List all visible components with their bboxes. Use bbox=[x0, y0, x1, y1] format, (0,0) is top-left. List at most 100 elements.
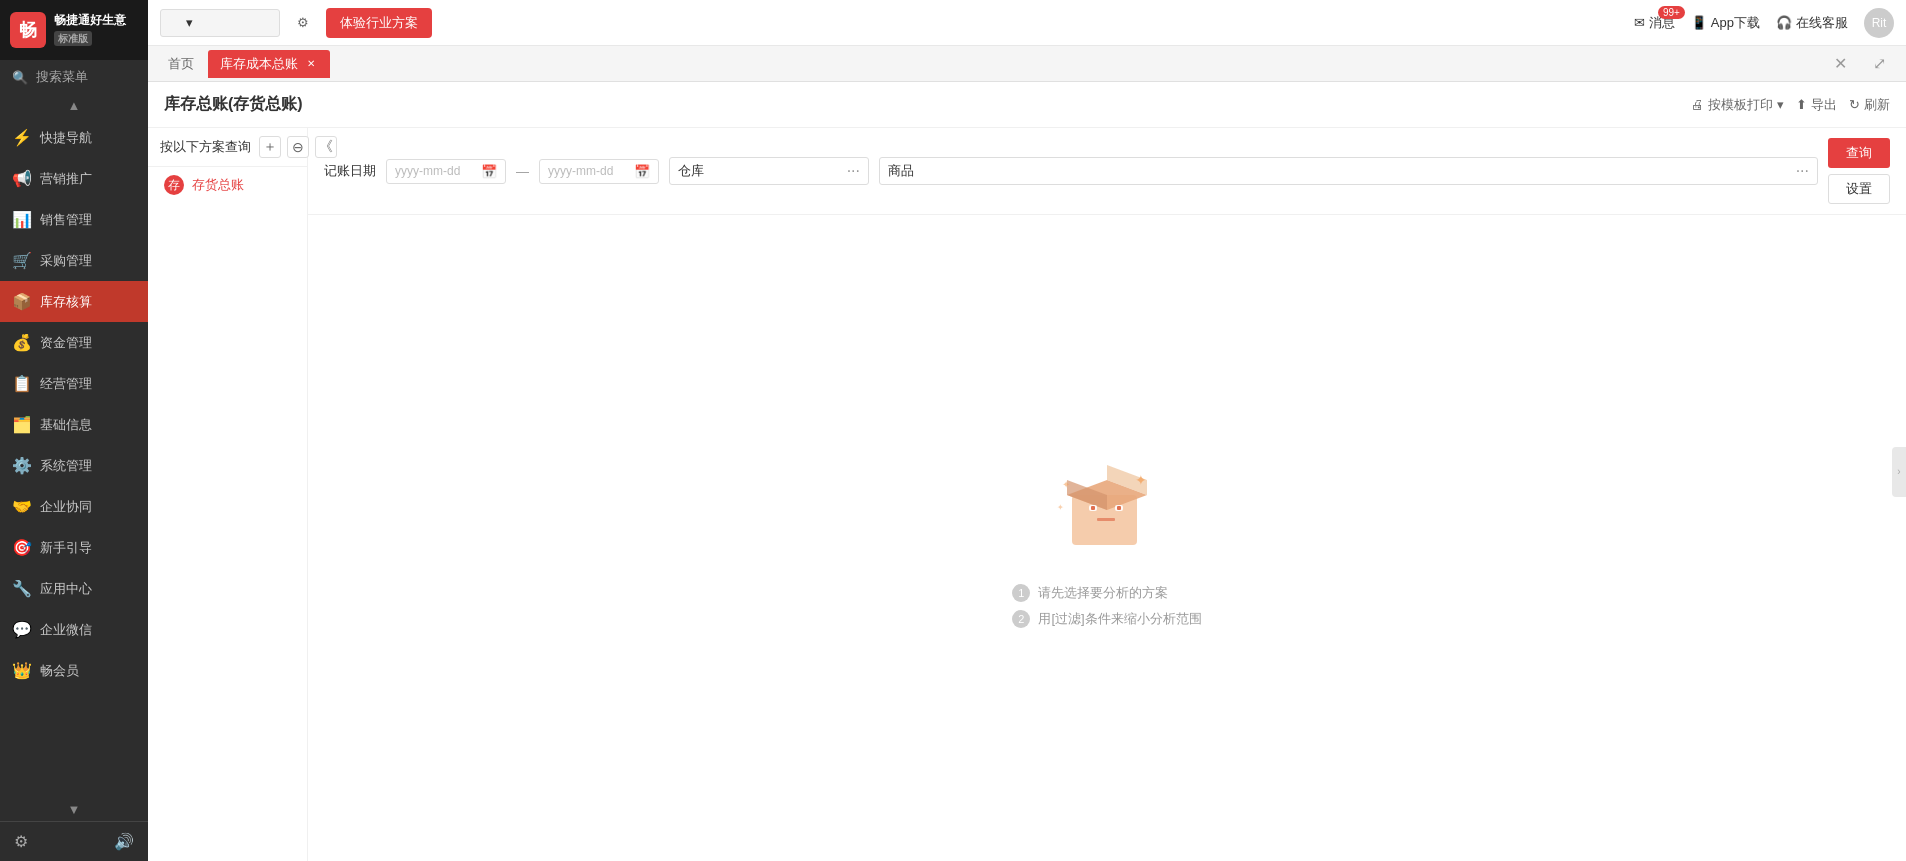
refresh-icon: ↻ bbox=[1849, 97, 1860, 112]
operations-icon: 📋 bbox=[12, 374, 32, 393]
search-menu-item[interactable]: 🔍 搜索菜单 bbox=[0, 60, 148, 94]
print-icon: 🖨 bbox=[1691, 97, 1704, 112]
scroll-down-btn[interactable]: ▼ bbox=[0, 798, 148, 821]
main-area: ▾ ⚙ 体验行业方案 ✉ 消息 99+ 📱 App下载 🎧 在线客服 Rit bbox=[148, 0, 1906, 861]
svg-text:✦: ✦ bbox=[1135, 472, 1147, 488]
query-actions: 查询 设置 bbox=[1828, 138, 1890, 204]
sidebar-item-basic[interactable]: 🗂️ 基础信息 bbox=[0, 404, 148, 445]
warehouse-more-btn[interactable]: ··· bbox=[847, 162, 860, 180]
wechat-label: 企业微信 bbox=[40, 621, 92, 639]
top-bar-right: ✉ 消息 99+ 📱 App下载 🎧 在线客服 Rit bbox=[1634, 8, 1894, 38]
print-template-btn[interactable]: 🖨 按模板打印 ▾ bbox=[1691, 96, 1784, 114]
refresh-label: 刷新 bbox=[1864, 96, 1890, 114]
sidebar-item-enterprise[interactable]: 🤝 企业协同 bbox=[0, 486, 148, 527]
tab-home[interactable]: 首页 bbox=[156, 50, 206, 78]
scheme-selector[interactable]: ▾ bbox=[160, 9, 280, 37]
svg-rect-8 bbox=[1097, 518, 1115, 521]
sidebar-item-finance[interactable]: 💰 资金管理 bbox=[0, 322, 148, 363]
app-download-item[interactable]: 📱 App下载 bbox=[1691, 14, 1760, 32]
search-menu-label: 搜索菜单 bbox=[36, 68, 88, 86]
purchase-label: 采购管理 bbox=[40, 252, 92, 270]
sidebar-item-member[interactable]: 👑 畅会员 bbox=[0, 650, 148, 691]
enterprise-icon: 🤝 bbox=[12, 497, 32, 516]
basic-label: 基础信息 bbox=[40, 416, 92, 434]
empty-state: ✦ ✦ ✦ 1 请先选择要分析的方案 2 用[过滤]条件来缩小分析范围 bbox=[308, 215, 1906, 861]
sidebar-item-purchase[interactable]: 🛒 采购管理 bbox=[0, 240, 148, 281]
sidebar-item-newguide[interactable]: 🎯 新手引导 bbox=[0, 527, 148, 568]
sidebar-item-quick-nav[interactable]: ⚡ 快捷导航 bbox=[0, 117, 148, 158]
sidebar-item-inventory[interactable]: 📦 库存核算 bbox=[0, 281, 148, 322]
right-collapse-handle[interactable]: › bbox=[1892, 447, 1906, 497]
empty-svg: ✦ ✦ ✦ bbox=[1047, 440, 1167, 560]
scheme-selector-text bbox=[169, 14, 182, 32]
user-name: Rit bbox=[1872, 16, 1887, 30]
finance-label: 资金管理 bbox=[40, 334, 92, 352]
filter-del-btn[interactable]: ⊖ bbox=[287, 136, 309, 158]
date-end-input[interactable]: yyyy-mm-dd 📅 bbox=[539, 159, 659, 184]
online-service-item[interactable]: 🎧 在线客服 bbox=[1776, 14, 1848, 32]
sidebar-item-sales[interactable]: 📊 销售管理 bbox=[0, 199, 148, 240]
inventory-label: 库存核算 bbox=[40, 293, 92, 311]
message-badge: 99+ bbox=[1658, 6, 1685, 19]
quick-nav-label: 快捷导航 bbox=[40, 129, 92, 147]
empty-step-1: 1 请先选择要分析的方案 bbox=[1012, 584, 1201, 602]
bottom-speaker-icon[interactable]: 🔊 bbox=[114, 832, 134, 851]
date-label: 记账日期 bbox=[324, 162, 376, 180]
calendar-end-icon[interactable]: 📅 bbox=[634, 164, 650, 179]
scroll-up-btn[interactable]: ▲ bbox=[0, 94, 148, 117]
tab-close-btn[interactable]: ✕ bbox=[304, 57, 318, 71]
scheme-item-icon: 存 bbox=[164, 175, 184, 195]
bottom-settings-icon[interactable]: ⚙ bbox=[14, 832, 28, 851]
app-badge: 标准版 bbox=[54, 31, 92, 46]
step-2-num: 2 bbox=[1012, 610, 1030, 628]
svg-text:✦: ✦ bbox=[1062, 479, 1070, 490]
product-more-btn[interactable]: ··· bbox=[1796, 162, 1809, 180]
sidebar-item-operations[interactable]: 📋 经营管理 bbox=[0, 363, 148, 404]
top-bar-left: ▾ ⚙ 体验行业方案 bbox=[160, 8, 1624, 38]
collapse-arrow-icon: › bbox=[1897, 466, 1900, 477]
tab-expand-btn[interactable]: ⤢ bbox=[1861, 50, 1898, 78]
filter-bar: 按以下方案查询 ＋ ⊖ 《 bbox=[148, 128, 307, 167]
appcenter-icon: 🔧 bbox=[12, 579, 32, 598]
refresh-btn[interactable]: ↻ 刷新 bbox=[1849, 96, 1890, 114]
settings-btn[interactable]: 设置 bbox=[1828, 174, 1890, 204]
sidebar-nav: ⚡ 快捷导航 📢 营销推广 📊 销售管理 🛒 采购管理 📦 库存核算 💰 资金管… bbox=[0, 117, 148, 798]
calendar-start-icon[interactable]: 📅 bbox=[481, 164, 497, 179]
query-btn[interactable]: 查询 bbox=[1828, 138, 1890, 168]
newguide-icon: 🎯 bbox=[12, 538, 32, 557]
empty-text-list: 1 请先选择要分析的方案 2 用[过滤]条件来缩小分析范围 bbox=[1012, 584, 1201, 636]
industry-btn[interactable]: 体验行业方案 bbox=[326, 8, 432, 38]
sidebar-item-wechat[interactable]: 💬 企业微信 bbox=[0, 609, 148, 650]
user-avatar[interactable]: Rit bbox=[1864, 8, 1894, 38]
product-field[interactable]: 商品 ··· bbox=[879, 157, 1818, 185]
tab-inventory-ledger[interactable]: 库存成本总账 ✕ bbox=[208, 50, 330, 78]
member-label: 畅会员 bbox=[40, 662, 79, 680]
sidebar-item-system[interactable]: ⚙️ 系统管理 bbox=[0, 445, 148, 486]
export-btn[interactable]: ⬆ 导出 bbox=[1796, 96, 1837, 114]
basic-icon: 🗂️ bbox=[12, 415, 32, 434]
message-item[interactable]: ✉ 消息 99+ bbox=[1634, 14, 1675, 32]
empty-step-2: 2 用[过滤]条件来缩小分析范围 bbox=[1012, 610, 1201, 628]
step-1-num: 1 bbox=[1012, 584, 1030, 602]
empty-illustration: ✦ ✦ ✦ bbox=[1047, 440, 1167, 560]
date-start-input[interactable]: yyyy-mm-dd 📅 bbox=[386, 159, 506, 184]
tab-bar: 首页 库存成本总账 ✕ ✕ ⤢ bbox=[148, 46, 1906, 82]
filter-add-btn[interactable]: ＋ bbox=[259, 136, 281, 158]
sidebar-item-marketing[interactable]: 📢 营销推广 bbox=[0, 158, 148, 199]
marketing-icon: 📢 bbox=[12, 169, 32, 188]
chevron-down-icon: ▾ bbox=[186, 15, 193, 30]
warehouse-field[interactable]: 仓库 ··· bbox=[669, 157, 869, 185]
app-logo: 畅 畅捷通好生意 标准版 bbox=[0, 0, 148, 60]
appcenter-label: 应用中心 bbox=[40, 580, 92, 598]
scheme-item[interactable]: 存 存货总账 bbox=[148, 167, 307, 203]
top-settings-btn[interactable]: ⚙ bbox=[288, 8, 318, 38]
svg-rect-6 bbox=[1091, 506, 1095, 510]
svg-text:✦: ✦ bbox=[1057, 503, 1064, 512]
enterprise-label: 企业协同 bbox=[40, 498, 92, 516]
scheme-item-label: 存货总账 bbox=[192, 176, 244, 194]
step-1-text: 请先选择要分析的方案 bbox=[1038, 584, 1168, 602]
sidebar-item-appcenter[interactable]: 🔧 应用中心 bbox=[0, 568, 148, 609]
date-separator: — bbox=[516, 164, 529, 179]
sales-label: 销售管理 bbox=[40, 211, 92, 229]
tab-close-all-btn[interactable]: ✕ bbox=[1822, 50, 1859, 78]
